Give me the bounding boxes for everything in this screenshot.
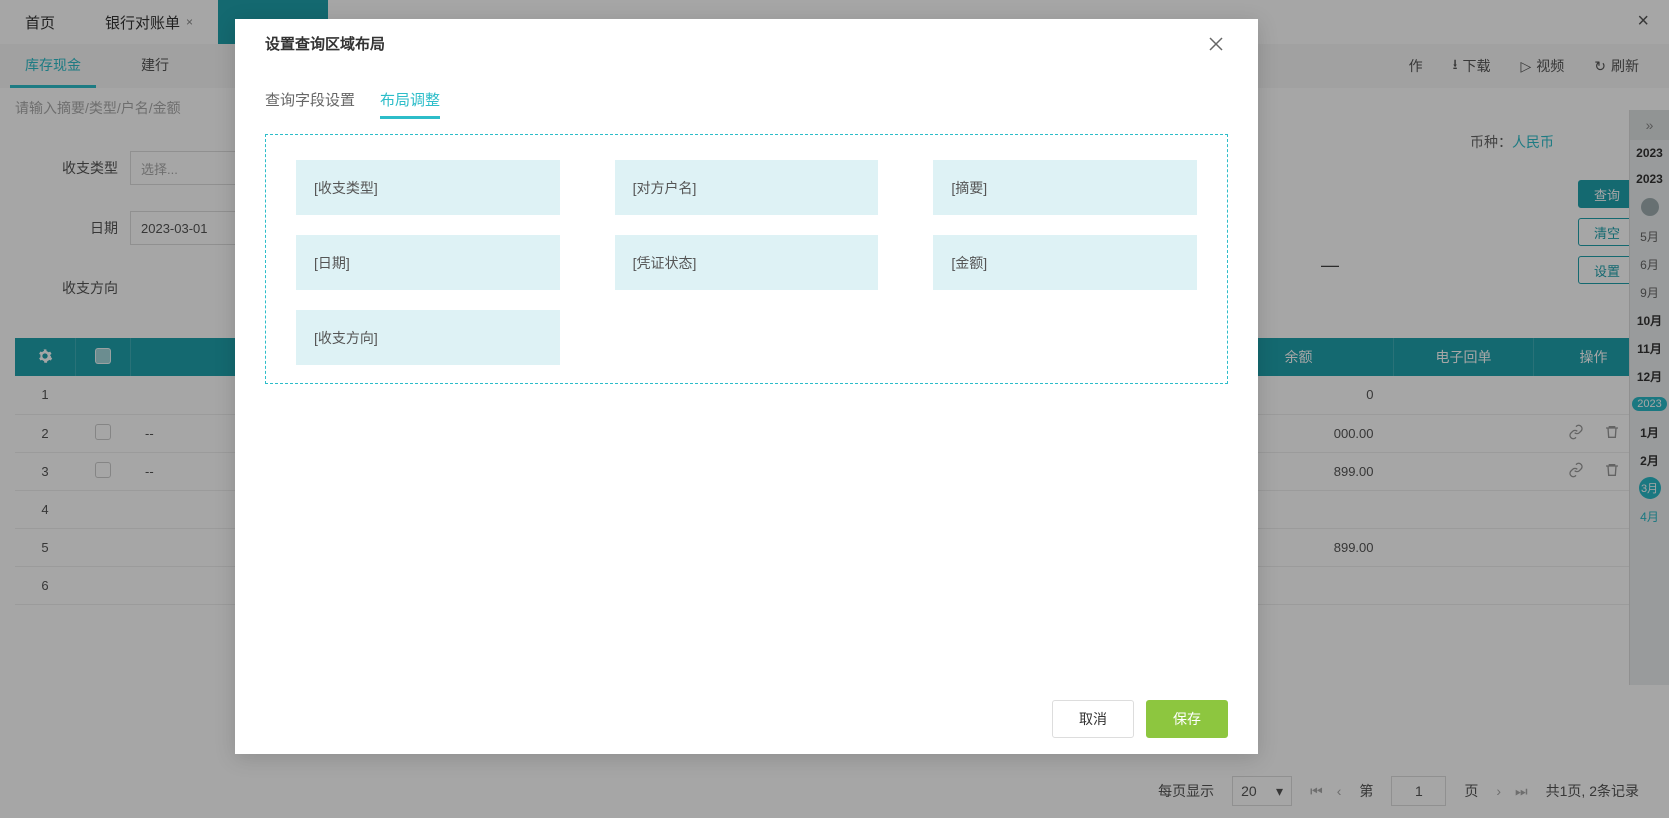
layout-chip[interactable]: [收支方向] — [296, 310, 560, 365]
modal-tab-layout[interactable]: 布局调整 — [380, 83, 440, 119]
layout-drop-zone[interactable]: [收支类型] [对方户名] [摘要] [日期] [凭证状态] [金额] [收支方… — [265, 134, 1228, 384]
layout-chip[interactable]: [摘要] — [933, 160, 1197, 215]
modal-close-button[interactable] — [1204, 32, 1228, 56]
layout-settings-modal: 设置查询区域布局 查询字段设置 布局调整 [收支类型] [对方户名] [摘要] … — [235, 19, 1258, 754]
cancel-button[interactable]: 取消 — [1052, 700, 1134, 738]
layout-chip[interactable]: [对方户名] — [615, 160, 879, 215]
layout-chip[interactable]: [收支类型] — [296, 160, 560, 215]
close-icon — [1208, 36, 1224, 52]
layout-chip[interactable]: [凭证状态] — [615, 235, 879, 290]
modal-tabs: 查询字段设置 布局调整 — [265, 83, 1228, 119]
modal-tab-fields[interactable]: 查询字段设置 — [265, 83, 355, 119]
layout-chip[interactable]: [金额] — [933, 235, 1197, 290]
modal-title: 设置查询区域布局 — [265, 33, 385, 54]
save-button[interactable]: 保存 — [1146, 700, 1228, 738]
layout-chip[interactable]: [日期] — [296, 235, 560, 290]
